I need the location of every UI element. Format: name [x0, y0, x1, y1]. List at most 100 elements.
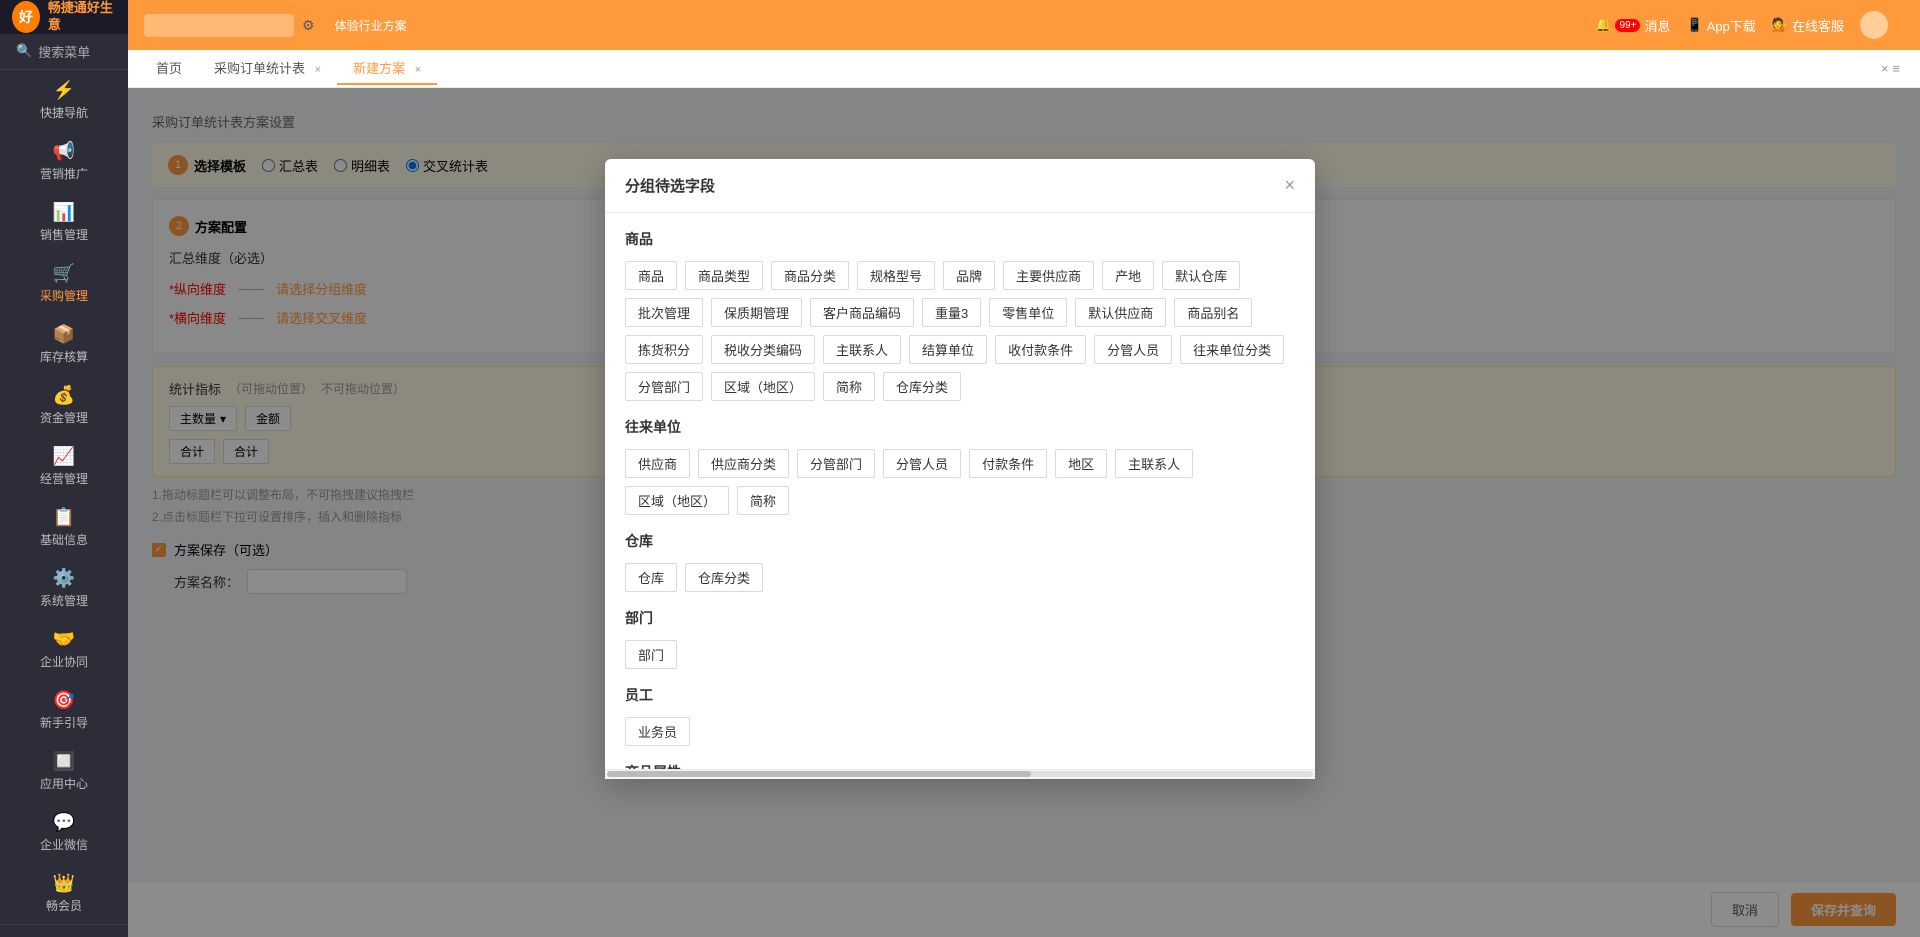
field-tag-0-7[interactable]: 默认仓库	[1162, 261, 1240, 290]
field-tag-0-10[interactable]: 客户商品编码	[810, 298, 914, 327]
field-tag-0-25[interactable]: 仓库分类	[883, 372, 961, 401]
sidebar-item-purchase[interactable]: 🛒 采购管理	[0, 253, 128, 314]
tab-home-label: 首页	[156, 61, 182, 76]
field-tag-0-15[interactable]: 拣货积分	[625, 335, 703, 364]
field-tag-0-21[interactable]: 往来单位分类	[1180, 335, 1284, 364]
field-tag-4-0[interactable]: 业务员	[625, 717, 690, 746]
sidebar-item-basic[interactable]: 📋 基础信息	[0, 497, 128, 558]
sidebar: 好 畅捷通好生意 🔍 搜索菜单 ⚡ 快捷导航 📢 营销推广 📊 销售管理 🛒 采…	[0, 0, 128, 937]
modal-section-grid-0: 商品商品类型商品分类规格型号品牌主要供应商产地默认仓库批次管理保质期管理客户商品…	[625, 261, 1295, 401]
shortcut-icon: ⚡	[53, 80, 75, 101]
notification-btn[interactable]: 🔔 99+ 消息	[1595, 16, 1670, 35]
field-tag-0-17[interactable]: 主联系人	[823, 335, 901, 364]
sidebar-item-marketing[interactable]: 📢 营销推广	[0, 131, 128, 192]
field-tag-2-1[interactable]: 仓库分类	[685, 563, 763, 592]
field-tag-0-2[interactable]: 商品分类	[771, 261, 849, 290]
online-service-label: 在线客服	[1792, 16, 1844, 35]
field-tag-0-18[interactable]: 结算单位	[909, 335, 987, 364]
system-icon: ⚙️	[53, 568, 75, 589]
field-tag-0-9[interactable]: 保质期管理	[711, 298, 802, 327]
modal-section-grid-2: 仓库仓库分类	[625, 563, 1295, 592]
field-tag-0-14[interactable]: 商品别名	[1174, 298, 1252, 327]
sidebar-item-appcenter[interactable]: 🔲 应用中心	[0, 741, 128, 802]
field-tag-0-16[interactable]: 税收分类编码	[711, 335, 815, 364]
modal-horizontal-scrollbar[interactable]	[605, 769, 1315, 779]
field-tag-0-8[interactable]: 批次管理	[625, 298, 703, 327]
logo-icon: 好	[12, 1, 40, 33]
field-tag-0-13[interactable]: 默认供应商	[1075, 298, 1166, 327]
sidebar-settings-btn[interactable]: ⚙	[0, 925, 128, 937]
modal-section-title-2: 仓库	[625, 531, 1295, 551]
purchase-icon: 🛒	[53, 263, 75, 284]
field-tag-1-4[interactable]: 付款条件	[969, 449, 1047, 478]
tab-new-plan[interactable]: 新建方案 ×	[337, 52, 437, 85]
sidebar-item-wechat[interactable]: 💬 企业微信	[0, 802, 128, 863]
wechat-icon: 💬	[53, 812, 75, 833]
field-tag-0-19[interactable]: 收付款条件	[995, 335, 1086, 364]
field-tag-0-24[interactable]: 简称	[823, 372, 875, 401]
field-tag-0-4[interactable]: 品牌	[943, 261, 995, 290]
sidebar-item-finance[interactable]: 💰 资金管理	[0, 375, 128, 436]
field-tag-1-8[interactable]: 简称	[737, 486, 789, 515]
field-tag-1-5[interactable]: 地区	[1055, 449, 1107, 478]
header-search-input[interactable]	[144, 14, 294, 37]
user-avatar[interactable]	[1860, 11, 1888, 39]
sidebar-item-member[interactable]: 👑 畅会员	[0, 863, 128, 924]
field-tag-1-7[interactable]: 区域（地区）	[625, 486, 729, 515]
sidebar-item-label: 企业微信	[40, 836, 88, 853]
modal: 分组待选字段 × 商品商品商品类型商品分类规格型号品牌主要供应商产地默认仓库批次…	[605, 159, 1315, 779]
sidebar-item-label: 资金管理	[40, 409, 88, 426]
field-tag-1-0[interactable]: 供应商	[625, 449, 690, 478]
app-download-label: App下载	[1707, 16, 1756, 35]
tab-new-plan-label: 新建方案	[353, 61, 405, 76]
field-tag-1-3[interactable]: 分管人员	[883, 449, 961, 478]
field-tag-3-0[interactable]: 部门	[625, 640, 677, 669]
sidebar-item-guide[interactable]: 🎯 新手引导	[0, 680, 128, 741]
sidebar-item-sales[interactable]: 📊 销售管理	[0, 192, 128, 253]
online-service-btn[interactable]: 💁 在线客服	[1772, 16, 1844, 35]
app-download-btn[interactable]: 📱 App下载	[1686, 16, 1755, 35]
service-icon: 💁	[1772, 17, 1788, 33]
tab-new-plan-close-icon[interactable]: ×	[415, 64, 421, 76]
tab-home[interactable]: 首页	[140, 52, 198, 85]
sidebar-item-label: 企业协同	[40, 653, 88, 670]
field-tag-0-11[interactable]: 重量3	[922, 298, 981, 327]
sidebar-item-label: 经营管理	[40, 470, 88, 487]
experience-btn[interactable]: 体验行业方案	[323, 12, 419, 39]
field-tag-0-6[interactable]: 产地	[1102, 261, 1154, 290]
field-tag-0-12[interactable]: 零售单位	[989, 298, 1067, 327]
sidebar-item-label: 畅会员	[46, 897, 82, 914]
sidebar-item-system[interactable]: ⚙️ 系统管理	[0, 558, 128, 619]
field-tag-0-5[interactable]: 主要供应商	[1003, 261, 1094, 290]
field-tag-1-2[interactable]: 分管部门	[797, 449, 875, 478]
scroll-x-thumb	[607, 771, 1031, 777]
sidebar-item-collab[interactable]: 🤝 企业协同	[0, 619, 128, 680]
field-tag-0-1[interactable]: 商品类型	[685, 261, 763, 290]
scroll-x-track	[607, 771, 1313, 777]
field-tag-0-3[interactable]: 规格型号	[857, 261, 935, 290]
modal-close-btn[interactable]: ×	[1284, 175, 1295, 196]
modal-section-grid-3: 部门	[625, 640, 1295, 669]
field-tag-0-0[interactable]: 商品	[625, 261, 677, 290]
sidebar-item-operations[interactable]: 📈 经营管理	[0, 436, 128, 497]
tabs-close-all[interactable]: × ≡	[1873, 61, 1908, 76]
tab-purchase-stats[interactable]: 采购订单统计表 ×	[198, 52, 337, 85]
field-tag-0-22[interactable]: 分管部门	[625, 372, 703, 401]
sidebar-search-label: 搜索菜单	[38, 42, 90, 61]
tab-purchase-close-icon[interactable]: ×	[315, 64, 321, 76]
sidebar-item-label: 采购管理	[40, 287, 88, 304]
field-tag-0-23[interactable]: 区域（地区）	[711, 372, 815, 401]
modal-section-title-0: 商品	[625, 229, 1295, 249]
header-settings-icon[interactable]: ⚙	[302, 17, 315, 34]
field-tag-0-20[interactable]: 分管人员	[1094, 335, 1172, 364]
sidebar-search[interactable]: 🔍 搜索菜单	[0, 34, 128, 70]
field-tag-1-6[interactable]: 主联系人	[1115, 449, 1193, 478]
basic-icon: 📋	[53, 507, 75, 528]
sidebar-item-shortcut[interactable]: ⚡ 快捷导航	[0, 70, 128, 131]
field-tag-1-1[interactable]: 供应商分类	[698, 449, 789, 478]
modal-section-grid-4: 业务员	[625, 717, 1295, 746]
finance-icon: 💰	[53, 385, 75, 406]
field-tag-2-0[interactable]: 仓库	[625, 563, 677, 592]
sidebar-item-inventory[interactable]: 📦 库存核算	[0, 314, 128, 375]
sidebar-item-label: 快捷导航	[40, 104, 88, 121]
